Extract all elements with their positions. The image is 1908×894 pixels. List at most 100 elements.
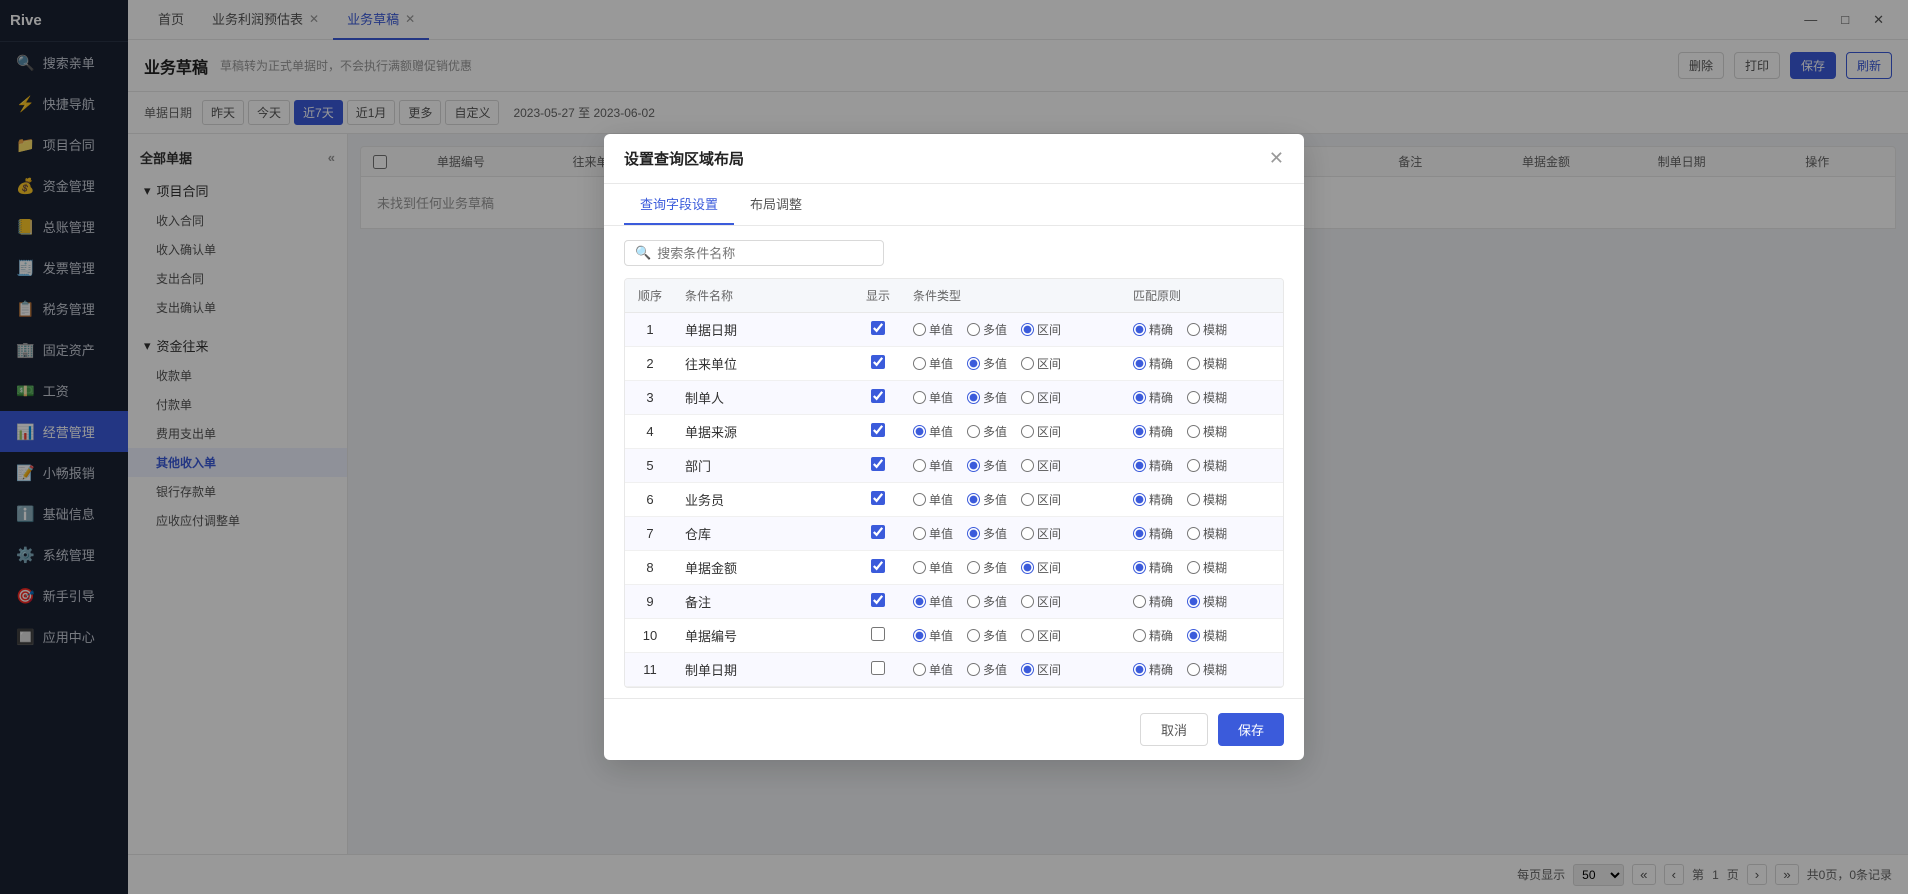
show-checkbox[interactable] bbox=[871, 321, 885, 335]
td-type: 单值多值区间 bbox=[903, 381, 1123, 415]
td-show bbox=[853, 585, 903, 619]
radio-type-range[interactable]: 区间 bbox=[1021, 593, 1061, 610]
radio-type-range[interactable]: 区间 bbox=[1021, 321, 1061, 338]
td-type: 单值多值区间 bbox=[903, 653, 1123, 687]
radio-type-single[interactable]: 单值 bbox=[913, 661, 953, 678]
radio-label: 模糊 bbox=[1203, 593, 1227, 610]
th-match: 匹配原则 bbox=[1123, 279, 1283, 313]
radio-match-fuzzy[interactable]: 模糊 bbox=[1187, 423, 1227, 440]
td-match: 精确模糊 bbox=[1123, 653, 1283, 687]
radio-type-multiple[interactable]: 多值 bbox=[967, 389, 1007, 406]
show-checkbox[interactable] bbox=[871, 457, 885, 471]
radio-type-multiple[interactable]: 多值 bbox=[967, 525, 1007, 542]
radio-label: 单值 bbox=[929, 457, 953, 474]
radio-type-range[interactable]: 区间 bbox=[1021, 491, 1061, 508]
radio-label: 多值 bbox=[983, 423, 1007, 440]
radio-match-fuzzy[interactable]: 模糊 bbox=[1187, 491, 1227, 508]
radio-type-multiple[interactable]: 多值 bbox=[967, 321, 1007, 338]
radio-match-fuzzy[interactable]: 模糊 bbox=[1187, 593, 1227, 610]
radio-type-single[interactable]: 单值 bbox=[913, 559, 953, 576]
radio-type-range[interactable]: 区间 bbox=[1021, 457, 1061, 474]
radio-label: 区间 bbox=[1037, 457, 1061, 474]
radio-match-exact[interactable]: 精确 bbox=[1133, 661, 1173, 678]
td-show bbox=[853, 551, 903, 585]
radio-type-range[interactable]: 区间 bbox=[1021, 423, 1061, 440]
radio-match-fuzzy[interactable]: 模糊 bbox=[1187, 355, 1227, 372]
show-checkbox[interactable] bbox=[871, 355, 885, 369]
radio-match-exact[interactable]: 精确 bbox=[1133, 321, 1173, 338]
radio-match-fuzzy[interactable]: 模糊 bbox=[1187, 661, 1227, 678]
td-type: 单值多值区间 bbox=[903, 347, 1123, 381]
table-row: 10单据编号单值多值区间精确模糊 bbox=[625, 619, 1283, 653]
radio-label: 精确 bbox=[1149, 661, 1173, 678]
radio-match-fuzzy[interactable]: 模糊 bbox=[1187, 627, 1227, 644]
show-checkbox[interactable] bbox=[871, 627, 885, 641]
radio-type-single[interactable]: 单值 bbox=[913, 389, 953, 406]
td-condition-name: 业务员 bbox=[675, 483, 853, 517]
radio-match-fuzzy[interactable]: 模糊 bbox=[1187, 525, 1227, 542]
radio-type-range[interactable]: 区间 bbox=[1021, 559, 1061, 576]
modal-tab-fields[interactable]: 查询字段设置 bbox=[624, 184, 734, 225]
radio-type-range[interactable]: 区间 bbox=[1021, 389, 1061, 406]
show-checkbox[interactable] bbox=[871, 559, 885, 573]
radio-type-range[interactable]: 区间 bbox=[1021, 355, 1061, 372]
radio-type-single[interactable]: 单值 bbox=[913, 321, 953, 338]
radio-match-exact[interactable]: 精确 bbox=[1133, 559, 1173, 576]
radio-match-fuzzy[interactable]: 模糊 bbox=[1187, 559, 1227, 576]
show-checkbox[interactable] bbox=[871, 491, 885, 505]
radio-type-range[interactable]: 区间 bbox=[1021, 525, 1061, 542]
radio-label: 区间 bbox=[1037, 525, 1061, 542]
modal-tab-layout[interactable]: 布局调整 bbox=[734, 184, 818, 225]
radio-type-single[interactable]: 单值 bbox=[913, 355, 953, 372]
radio-label: 模糊 bbox=[1203, 423, 1227, 440]
table-row: 6业务员 单值多值区间 精确模糊 bbox=[625, 483, 1283, 517]
cancel-btn[interactable]: 取消 bbox=[1140, 713, 1208, 746]
td-type: 单值 多值区间 bbox=[903, 415, 1123, 449]
show-checkbox[interactable] bbox=[871, 389, 885, 403]
radio-match-exact[interactable]: 精确 bbox=[1133, 627, 1173, 644]
modal-dialog: 设置查询区域布局 ✕ 查询字段设置 布局调整 🔍 顺序 条件名称 显示 bbox=[604, 134, 1304, 760]
modal-save-btn[interactable]: 保存 bbox=[1218, 713, 1284, 746]
radio-match-exact[interactable]: 精确 bbox=[1133, 491, 1173, 508]
td-order: 6 bbox=[625, 483, 675, 517]
radio-type-multiple[interactable]: 多值 bbox=[967, 423, 1007, 440]
radio-label: 精确 bbox=[1149, 321, 1173, 338]
modal-close-btn[interactable]: ✕ bbox=[1269, 148, 1284, 169]
radio-match-exact[interactable]: 精确 bbox=[1133, 525, 1173, 542]
show-checkbox[interactable] bbox=[871, 423, 885, 437]
radio-type-single[interactable]: 单值 bbox=[913, 627, 953, 644]
radio-match-exact[interactable]: 精确 bbox=[1133, 389, 1173, 406]
table-row: 7仓库单值多值区间精确模糊 bbox=[625, 517, 1283, 551]
show-checkbox[interactable] bbox=[871, 661, 885, 675]
table-row: 8单据金额单值多值区间精确模糊 bbox=[625, 551, 1283, 585]
radio-type-range[interactable]: 区间 bbox=[1021, 661, 1061, 678]
radio-type-multiple[interactable]: 多值 bbox=[967, 355, 1007, 372]
td-match: 精确模糊 bbox=[1123, 449, 1283, 483]
radio-match-exact[interactable]: 精确 bbox=[1133, 423, 1173, 440]
radio-match-fuzzy[interactable]: 模糊 bbox=[1187, 321, 1227, 338]
radio-type-multiple[interactable]: 多值 bbox=[967, 661, 1007, 678]
radio-label: 精确 bbox=[1149, 627, 1173, 644]
radio-type-multiple[interactable]: 多值 bbox=[967, 491, 1007, 508]
radio-match-fuzzy[interactable]: 模糊 bbox=[1187, 389, 1227, 406]
radio-type-multiple[interactable]: 多值 bbox=[967, 593, 1007, 610]
radio-type-single[interactable]: 单值 bbox=[913, 593, 953, 610]
show-checkbox[interactable] bbox=[871, 525, 885, 539]
radio-match-exact[interactable]: 精确 bbox=[1133, 457, 1173, 474]
radio-type-multiple[interactable]: 多值 bbox=[967, 457, 1007, 474]
radio-match-fuzzy[interactable]: 模糊 bbox=[1187, 457, 1227, 474]
radio-type-range[interactable]: 区间 bbox=[1021, 627, 1061, 644]
radio-label: 区间 bbox=[1037, 627, 1061, 644]
radio-label: 单值 bbox=[929, 525, 953, 542]
radio-type-single[interactable]: 单值 bbox=[913, 457, 953, 474]
radio-type-multiple[interactable]: 多值 bbox=[967, 559, 1007, 576]
show-checkbox[interactable] bbox=[871, 593, 885, 607]
modal-overlay: 设置查询区域布局 ✕ 查询字段设置 布局调整 🔍 顺序 条件名称 显示 bbox=[0, 0, 1908, 894]
radio-match-exact[interactable]: 精确 bbox=[1133, 355, 1173, 372]
radio-type-single[interactable]: 单值 bbox=[913, 491, 953, 508]
search-input[interactable] bbox=[657, 246, 857, 261]
radio-type-multiple[interactable]: 多值 bbox=[967, 627, 1007, 644]
radio-type-single[interactable]: 单值 bbox=[913, 423, 953, 440]
radio-type-single[interactable]: 单值 bbox=[913, 525, 953, 542]
radio-match-exact[interactable]: 精确 bbox=[1133, 593, 1173, 610]
